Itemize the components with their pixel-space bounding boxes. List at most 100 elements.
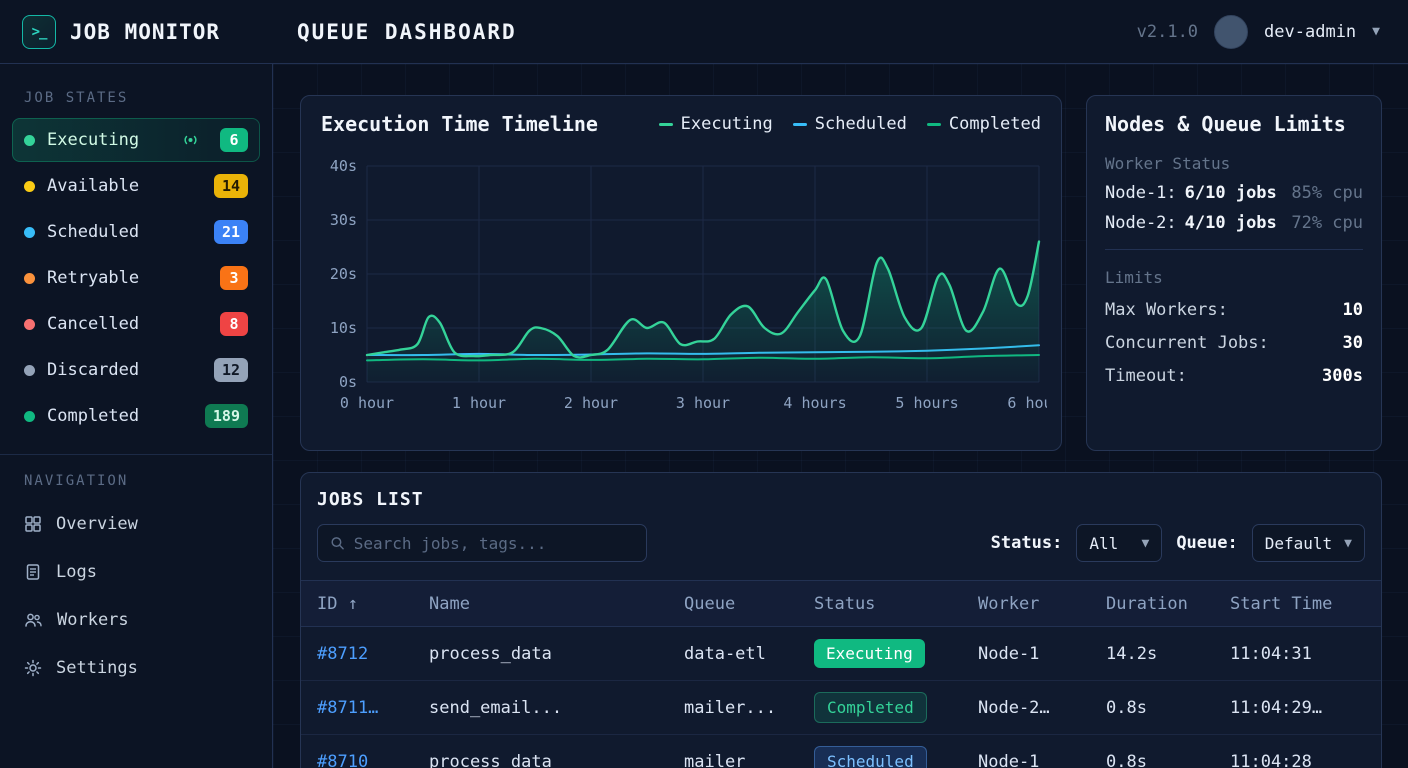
jobs-table-body: #8712 process_data data-etl Executing Node-1… (301, 627, 1381, 768)
page-title: QUEUE DASHBOARD (297, 19, 517, 44)
legend-item-scheduled[interactable]: Scheduled (792, 114, 907, 134)
legend-label: Scheduled (814, 114, 907, 134)
job-id-link[interactable]: #8712 (317, 644, 429, 664)
job-queue: mailer... (684, 697, 777, 718)
version-label: v2.1.0 (1136, 21, 1199, 42)
state-label: Retryable (47, 268, 140, 288)
sidebar-item-logs[interactable]: Logs (12, 549, 260, 595)
limits-label: Limits (1105, 268, 1163, 287)
job-worker: Node-1 (978, 643, 1040, 664)
job-start-time: 11:04:28 (1230, 751, 1312, 768)
node-cpu: 85% cpu (1291, 183, 1363, 203)
node-jobs: 4/10 jobs (1184, 213, 1277, 233)
nodes-card-divider (1105, 249, 1363, 250)
limit-value: 30 (1342, 333, 1363, 353)
state-label: Cancelled (47, 314, 140, 334)
job-duration: 0.8s (1106, 697, 1147, 718)
queue-filter-select[interactable]: Default ▼ (1251, 524, 1365, 562)
limit-row-timeout: Timeout: 300s (1105, 366, 1363, 386)
job-id-link[interactable]: #8711… (317, 698, 429, 718)
sidebar-state-discarded[interactable]: Discarded 12 (12, 348, 260, 392)
sidebar-state-completed[interactable]: Completed 189 (12, 394, 260, 438)
job-states-list: Executing 6 Available 14 Scheduled 21 Retryabl… (0, 118, 272, 438)
svg-text:30s: 30s (330, 211, 357, 229)
jobs-search[interactable] (317, 524, 647, 562)
jobs-table: ID ↑ Name Queue Status Worker Duration Start T… (301, 580, 1381, 768)
sidebar-state-scheduled[interactable]: Scheduled 21 (12, 210, 260, 254)
limit-row-concurrent-jobs: Concurrent Jobs: 30 (1105, 333, 1363, 353)
queue-filter-value: Default (1264, 533, 1333, 553)
column-header-start-time[interactable]: Start Time (1230, 594, 1381, 614)
main-content: Execution Time Timeline Executing Schedul… (273, 64, 1408, 768)
top-bar: >_ JOB MONITOR QUEUE DASHBOARD v2.1.0 de… (0, 0, 1408, 64)
node-cpu: 72% cpu (1291, 213, 1363, 233)
job-worker: Node-1 (978, 751, 1040, 768)
column-header-duration[interactable]: Duration (1106, 594, 1230, 614)
svg-text:3 hour: 3 hour (676, 394, 730, 412)
jobs-list-card: JOBS LIST Status: All ▼ Queue: Default ▼ (300, 472, 1382, 768)
sidebar-item-workers[interactable]: Workers (12, 597, 260, 643)
table-row[interactable]: #8711… send_email... mailer... Completed Nod… (301, 681, 1381, 735)
svg-text:5 hours: 5 hours (895, 394, 958, 412)
sidebar-item-settings[interactable]: Settings (12, 645, 260, 691)
svg-text:40s: 40s (330, 157, 357, 175)
table-row[interactable]: #8712 process_data data-etl Executing Node-1… (301, 627, 1381, 681)
limit-label: Max Workers: (1105, 300, 1228, 320)
sidebar-item-overview[interactable]: Overview (12, 501, 260, 547)
job-start-time: 11:04:29… (1230, 697, 1323, 718)
legend-label: Executing (680, 114, 773, 134)
nav-item-label: Workers (57, 610, 129, 630)
node-name: Node-1: (1105, 183, 1177, 203)
state-label: Completed (47, 406, 140, 426)
app-title: JOB MONITOR (70, 19, 221, 44)
status-badge: Scheduled (814, 746, 927, 768)
limit-label: Concurrent Jobs: (1105, 333, 1269, 353)
limit-value: 10 (1342, 300, 1363, 320)
status-filter-select[interactable]: All ▼ (1076, 524, 1163, 562)
nav-item-label: Logs (56, 562, 97, 582)
user-name[interactable]: dev-admin (1264, 22, 1356, 42)
job-start-time: 11:04:31 (1230, 643, 1312, 664)
table-row[interactable]: #8710 process_data mailer Scheduled Node-1 0.… (301, 735, 1381, 768)
legend-color-dash (658, 122, 673, 126)
legend-color-dash (792, 122, 807, 126)
column-header-queue[interactable]: Queue (684, 594, 814, 614)
user-avatar[interactable] (1214, 14, 1249, 49)
sidebar-state-cancelled[interactable]: Cancelled 8 (12, 302, 260, 346)
sidebar-state-retryable[interactable]: Retryable 3 (12, 256, 260, 300)
sidebar: JOB STATES Executing 6 Available 14 Schedule… (0, 64, 273, 768)
svg-text:2 hour: 2 hour (564, 394, 618, 412)
state-dot (24, 364, 35, 376)
sidebar-state-available[interactable]: Available 14 (12, 164, 260, 208)
column-header-status[interactable]: Status (814, 594, 978, 614)
chevron-down-icon[interactable]: ▼ (1372, 24, 1380, 39)
job-queue: data-etl (684, 643, 766, 664)
state-count-badge: 189 (204, 404, 248, 428)
state-count-badge: 21 (213, 220, 248, 244)
status-badge: Executing (814, 639, 925, 668)
navigation-heading: NAVIGATION (24, 473, 129, 489)
timeline-title: Execution Time Timeline (321, 112, 598, 136)
nav-item-label: Settings (56, 658, 138, 678)
sidebar-state-executing[interactable]: Executing 6 (12, 118, 260, 162)
state-count-badge: 12 (213, 358, 248, 382)
navigation-list: Overview Logs Workers Settings (0, 501, 272, 691)
legend-item-executing[interactable]: Executing (658, 114, 773, 134)
chart-legend: Executing Scheduled Completed (658, 114, 1041, 134)
svg-text:0s: 0s (339, 373, 357, 391)
search-input[interactable] (353, 533, 634, 553)
job-id-link[interactable]: #8710 (317, 752, 429, 768)
legend-item-completed[interactable]: Completed (926, 114, 1041, 134)
svg-text:6 hours: 6 hours (1007, 394, 1047, 412)
nodes-queue-limits-card: Nodes & Queue Limits Worker Status Node-… (1086, 95, 1382, 451)
column-header-worker[interactable]: Worker (978, 594, 1106, 614)
worker-status-label: Worker Status (1105, 154, 1231, 173)
chevron-down-icon: ▼ (1141, 535, 1150, 551)
svg-text:0 hour: 0 hour (340, 394, 394, 412)
nodes-card-title: Nodes & Queue Limits (1105, 112, 1346, 136)
jobs-list-title: JOBS LIST (317, 489, 424, 510)
limit-label: Timeout: (1105, 366, 1187, 386)
grid-icon (24, 515, 42, 533)
column-header-id--[interactable]: ID ↑ (317, 594, 429, 614)
column-header-name[interactable]: Name (429, 594, 684, 614)
